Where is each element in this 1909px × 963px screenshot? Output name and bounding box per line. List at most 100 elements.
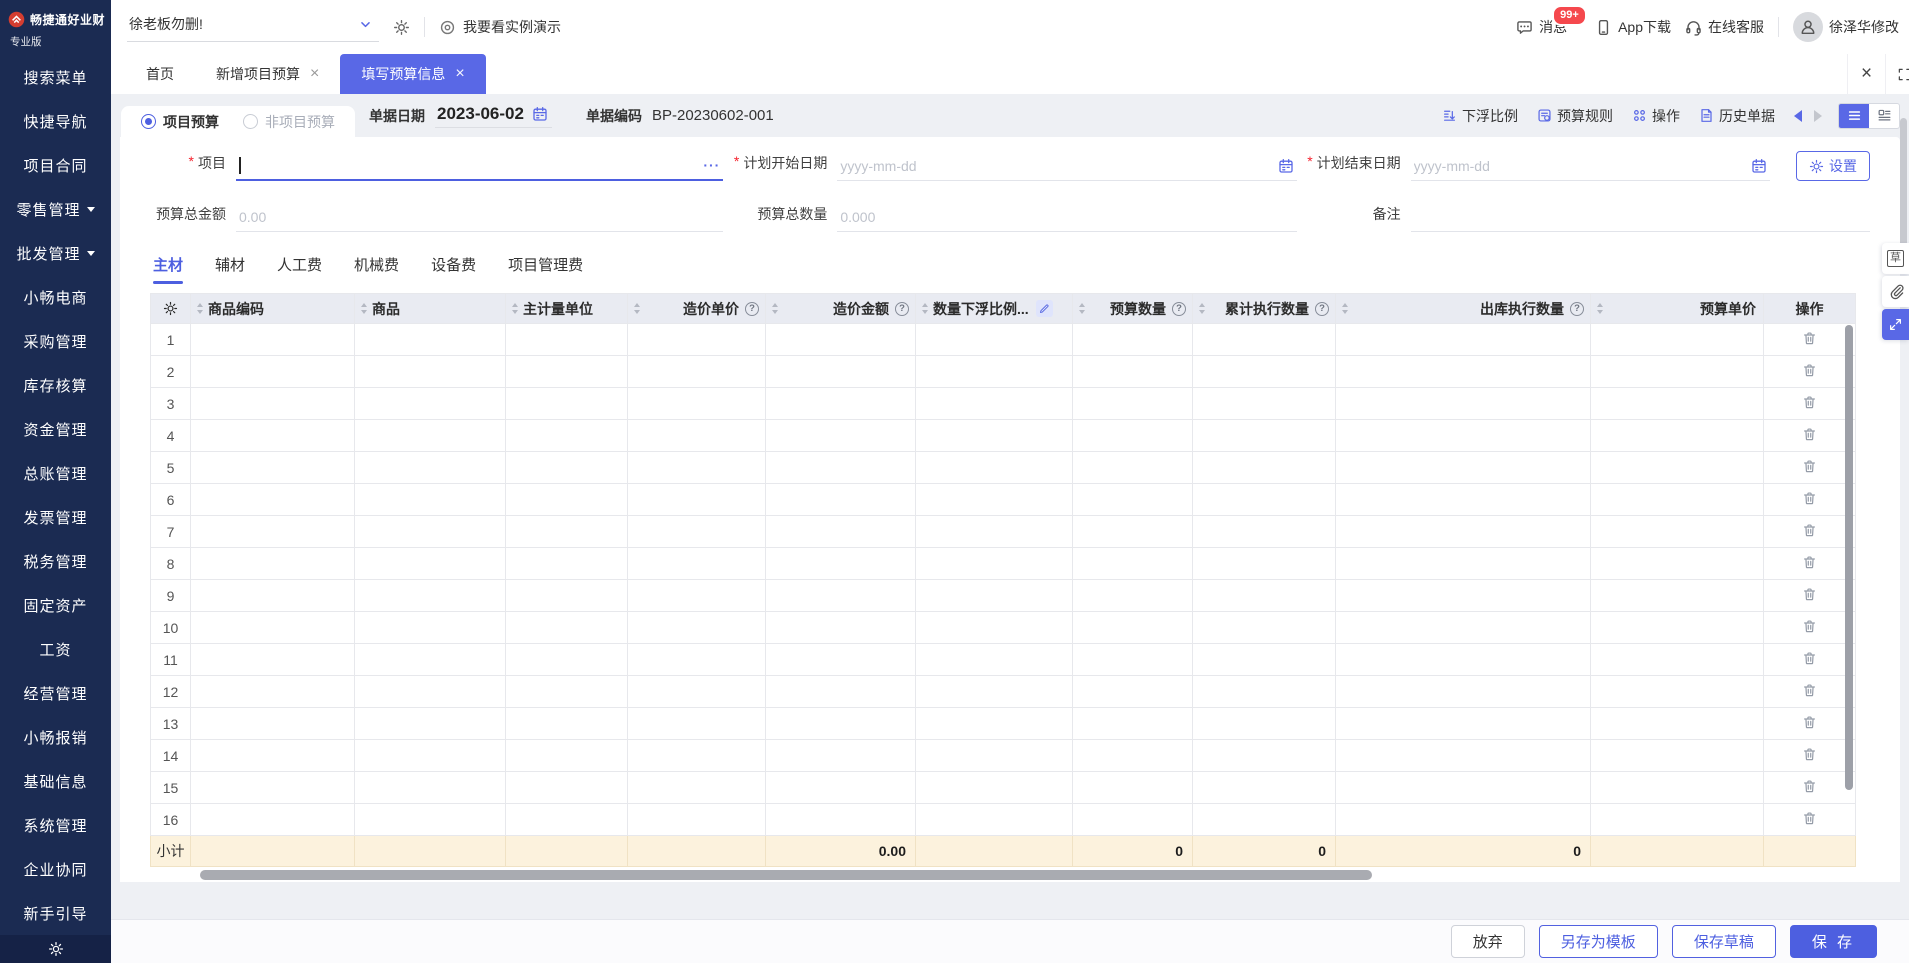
sort-icon[interactable] (1597, 303, 1603, 314)
remark-input[interactable] (1410, 202, 1870, 232)
grid-cell[interactable] (1192, 675, 1336, 708)
grid-cell[interactable] (1192, 771, 1336, 804)
grid-cell[interactable] (505, 707, 628, 740)
delete-row-icon[interactable] (1802, 779, 1817, 794)
grid-cell[interactable] (190, 707, 355, 740)
sort-icon[interactable] (1342, 303, 1348, 314)
tab[interactable]: 首页 (125, 54, 195, 94)
grid-cell[interactable] (1192, 803, 1336, 836)
delete-row-icon[interactable] (1802, 587, 1817, 602)
delete-row-icon[interactable] (1802, 523, 1817, 538)
toolbar-action[interactable]: 预算规则 (1537, 106, 1613, 126)
horizontal-scrollbar-thumb[interactable] (200, 870, 1372, 880)
grid-cell[interactable] (1335, 739, 1591, 772)
help-icon[interactable]: ? (1172, 301, 1186, 316)
toolbar-action[interactable]: 下浮比例 (1442, 106, 1518, 126)
grid-cell[interactable] (1590, 451, 1764, 484)
list-view-button[interactable] (1839, 103, 1869, 128)
attachment-button[interactable] (1882, 276, 1909, 307)
grid-cell[interactable] (765, 803, 916, 836)
grid-cell[interactable] (1590, 579, 1764, 612)
sidebar-item[interactable]: 项目合同 (0, 143, 111, 187)
grid-cell[interactable] (915, 739, 1073, 772)
sort-icon[interactable] (361, 303, 367, 314)
tab[interactable]: 填写预算信息 × (340, 54, 486, 94)
grid-cell[interactable] (1192, 419, 1336, 452)
detail-tab[interactable]: 辅材 (215, 254, 245, 284)
grid-cell[interactable] (765, 739, 916, 772)
grid-cell[interactable] (915, 707, 1073, 740)
sidebar-item[interactable]: 基础信息 (0, 759, 111, 803)
grid-cell[interactable] (1072, 547, 1193, 580)
grid-cell[interactable] (190, 323, 355, 356)
grid-cell[interactable] (505, 387, 628, 420)
tab[interactable]: 新增项目预算 × (195, 54, 340, 94)
grid-cell[interactable] (1590, 803, 1764, 836)
start-date-input[interactable]: yyyy-mm-dd (837, 151, 1297, 181)
sort-icon[interactable] (197, 303, 203, 314)
grid-cell[interactable] (627, 707, 766, 740)
delete-row-icon[interactable] (1802, 331, 1817, 346)
grid-cell[interactable] (1335, 387, 1591, 420)
grid-cell[interactable] (1072, 643, 1193, 676)
grid-cell[interactable] (505, 643, 628, 676)
grid-cell[interactable] (627, 547, 766, 580)
detail-tab[interactable]: 主材 (153, 254, 184, 284)
calendar-icon[interactable] (532, 106, 548, 122)
prev-record-icon[interactable] (1794, 109, 1802, 122)
grid-cell[interactable] (1192, 739, 1336, 772)
delete-row-icon[interactable] (1802, 395, 1817, 410)
grid-cell[interactable] (354, 323, 506, 356)
grid-cell[interactable] (190, 675, 355, 708)
delete-row-icon[interactable] (1802, 651, 1817, 666)
grid-cell[interactable] (627, 579, 766, 612)
sidebar-item[interactable]: 系统管理 (0, 803, 111, 847)
online-service-button[interactable]: 在线客服 (1685, 17, 1764, 37)
grid-cell[interactable] (765, 547, 916, 580)
card-view-button[interactable] (1869, 104, 1899, 128)
grid-cell[interactable] (505, 419, 628, 452)
expand-button[interactable] (1882, 309, 1909, 340)
grid-cell[interactable] (915, 355, 1073, 388)
grid-cell[interactable] (1072, 323, 1193, 356)
column-settings-header[interactable] (150, 293, 191, 324)
grid-cell[interactable] (765, 451, 916, 484)
grid-cell[interactable] (1072, 419, 1193, 452)
messages-button[interactable]: 消息 99+ (1516, 5, 1587, 37)
grid-cell[interactable] (1335, 419, 1591, 452)
grid-cell[interactable] (190, 451, 355, 484)
total-amount-input[interactable]: 0.00 (236, 202, 724, 232)
grid-cell[interactable] (1072, 707, 1193, 740)
grid-cell[interactable] (915, 675, 1073, 708)
grid-cell[interactable] (190, 771, 355, 804)
grid-cell[interactable] (1072, 515, 1193, 548)
grid-cell[interactable] (1072, 451, 1193, 484)
grid-cell[interactable] (354, 547, 506, 580)
sidebar-settings-button[interactable] (0, 935, 111, 963)
sidebar-item[interactable]: 小畅报销 (0, 715, 111, 759)
secondary-button[interactable]: 另存为模板 (1538, 925, 1658, 958)
detail-tab[interactable]: 人工费 (277, 254, 322, 284)
grid-cell[interactable] (1192, 547, 1336, 580)
grid-cell[interactable] (1335, 771, 1591, 804)
grid-cell[interactable] (1072, 739, 1193, 772)
grid-cell[interactable] (765, 515, 916, 548)
sort-icon[interactable] (1199, 303, 1205, 314)
grid-cell[interactable] (1335, 355, 1591, 388)
grid-cell[interactable] (1192, 515, 1336, 548)
user-menu[interactable]: 徐泽华修改 (1793, 12, 1899, 42)
grid-cell[interactable] (627, 771, 766, 804)
grid-cell[interactable] (354, 643, 506, 676)
secondary-button[interactable]: 保存草稿 (1671, 925, 1776, 958)
grid-cell[interactable] (915, 387, 1073, 420)
detail-tab[interactable]: 设备费 (431, 254, 476, 284)
grid-cell[interactable] (915, 483, 1073, 516)
sidebar-item[interactable]: 库存核算 (0, 363, 111, 407)
doc-date-input[interactable]: 2023-06-02 (435, 104, 552, 128)
grid-cell[interactable] (1335, 707, 1591, 740)
help-icon[interactable]: ? (745, 301, 759, 316)
grid-cell[interactable] (1590, 675, 1764, 708)
grid-cell[interactable] (1192, 451, 1336, 484)
sidebar-item[interactable]: 资金管理 (0, 407, 111, 451)
grid-cell[interactable] (1335, 515, 1591, 548)
